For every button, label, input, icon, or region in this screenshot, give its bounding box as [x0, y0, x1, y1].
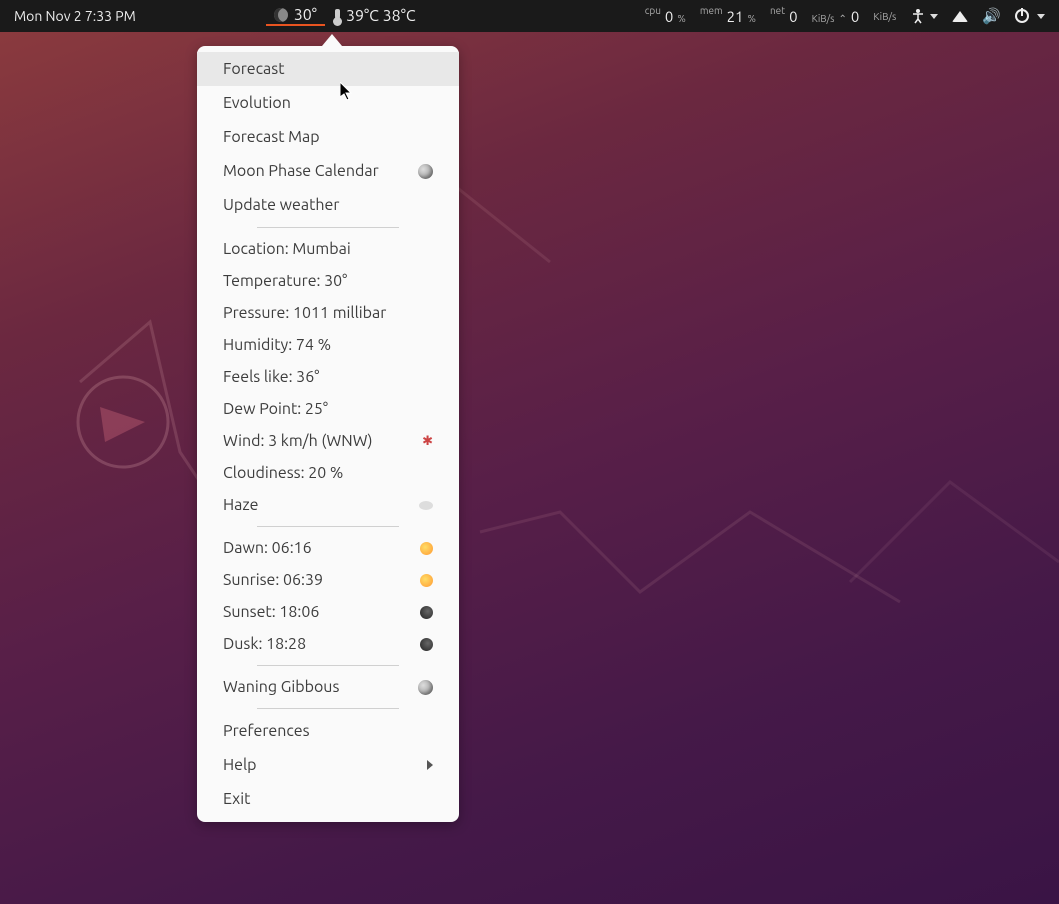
info-temperature-text: Temperature: 30°: [223, 272, 347, 290]
menu-exit[interactable]: Exit: [197, 782, 459, 816]
info-cloudiness: Cloudiness: 20 %: [197, 457, 459, 489]
mem-value: 21: [727, 8, 744, 25]
mem-label: mem: [700, 5, 723, 16]
kib-down-label: KiB/s: [873, 11, 896, 22]
kib-up-label: KiB/s: [812, 13, 835, 24]
net-up-indicator[interactable]: KiB/s ⌃ 0: [812, 8, 860, 25]
info-dawn-text: Dawn: 06:16: [223, 539, 312, 557]
datetime-label[interactable]: Mon Nov 2 7:33 PM: [14, 8, 136, 24]
menu-exit-label: Exit: [223, 790, 250, 808]
top-panel: Mon Nov 2 7:33 PM 30° 39°C 38°C cpu 0 % …: [0, 0, 1059, 32]
up-arrow-icon: ⌃: [839, 13, 847, 25]
thermometer-icon: [335, 9, 340, 23]
weather-night-icon: [274, 8, 288, 22]
info-haze: Haze: [197, 489, 459, 521]
menu-moon-phase[interactable]: Moon Phase Calendar: [197, 154, 459, 188]
info-dew-point: Dew Point: 25°: [197, 393, 459, 425]
menu-separator: [257, 526, 399, 527]
wifi-icon[interactable]: [952, 11, 968, 22]
info-dusk-text: Dusk: 18:28: [223, 635, 306, 653]
power-icon: [1015, 9, 1029, 23]
info-humidity: Humidity: 74 %: [197, 329, 459, 361]
chevron-down-icon: [1037, 14, 1045, 19]
info-dusk: Dusk: 18:28: [197, 628, 459, 660]
info-sunrise-text: Sunrise: 06:39: [223, 571, 323, 589]
menu-forecast-map-label: Forecast Map: [223, 128, 320, 146]
menu-forecast-map[interactable]: Forecast Map: [197, 120, 459, 154]
menu-separator: [257, 227, 399, 228]
sun-icon: [420, 574, 433, 587]
info-wind-text: Wind: 3 km/h (WNW): [223, 432, 373, 450]
submenu-arrow-icon: [427, 760, 433, 770]
desktop-wallpaper: [0, 32, 1059, 904]
moon-icon: [418, 164, 433, 179]
info-feels-like-text: Feels like: 36°: [223, 368, 319, 386]
menu-update-weather[interactable]: Update weather: [197, 188, 459, 222]
info-temperature: Temperature: 30°: [197, 265, 459, 297]
info-location-text: Location: Mumbai: [223, 240, 351, 258]
menu-evolution-label: Evolution: [223, 94, 291, 112]
mem-indicator[interactable]: mem 21 %: [700, 8, 756, 25]
info-feels-like: Feels like: 36°: [197, 361, 459, 393]
compass-icon: ✱: [422, 434, 433, 449]
menu-evolution[interactable]: Evolution: [197, 86, 459, 120]
net-up-value: 0: [851, 8, 859, 25]
haze-icon: [419, 501, 433, 510]
menu-preferences-label: Preferences: [223, 722, 310, 740]
menu-preferences[interactable]: Preferences: [197, 714, 459, 748]
sun-icon: [420, 542, 433, 555]
mem-unit: %: [748, 13, 756, 24]
info-cloudiness-text: Cloudiness: 20 %: [223, 464, 343, 482]
volume-icon[interactable]: 🔊: [982, 7, 1001, 25]
popup-pointer: [322, 34, 342, 46]
accessibility-menu[interactable]: [910, 8, 938, 24]
menu-moon-phase-label: Moon Phase Calendar: [223, 162, 379, 180]
info-wind: Wind: 3 km/h (WNW) ✱: [197, 425, 459, 457]
weather-popup-menu: Forecast Evolution Forecast Map Moon Pha…: [197, 46, 459, 822]
info-dawn: Dawn: 06:16: [197, 532, 459, 564]
info-sunset: Sunset: 18:06: [197, 596, 459, 628]
menu-help[interactable]: Help: [197, 748, 459, 782]
info-pressure: Pressure: 1011 millibar: [197, 297, 459, 329]
info-haze-text: Haze: [223, 496, 258, 514]
menu-help-label: Help: [223, 756, 257, 774]
temperature-indicator[interactable]: 39°C 38°C: [335, 7, 416, 25]
net-indicator[interactable]: net 0: [770, 8, 798, 25]
temp-range: 39°C 38°C: [346, 7, 416, 25]
accessibility-icon: [910, 8, 926, 24]
info-moon-phase: Waning Gibbous: [197, 671, 459, 703]
cpu-unit: %: [677, 13, 685, 24]
weather-temp: 30°: [294, 6, 317, 24]
info-pressure-text: Pressure: 1011 millibar: [223, 304, 386, 322]
info-moon-text: Waning Gibbous: [223, 678, 339, 696]
info-sunrise: Sunrise: 06:39: [197, 564, 459, 596]
net-down-indicator[interactable]: KiB/s: [873, 11, 896, 22]
chevron-down-icon: [930, 14, 938, 19]
info-dew-point-text: Dew Point: 25°: [223, 400, 328, 418]
sunset-icon: [420, 606, 433, 619]
menu-update-label: Update weather: [223, 196, 339, 214]
menu-separator: [257, 708, 399, 709]
system-menu[interactable]: [1015, 9, 1045, 23]
info-humidity-text: Humidity: 74 %: [223, 336, 331, 354]
net-label: net: [770, 5, 785, 16]
menu-forecast[interactable]: Forecast: [197, 52, 459, 86]
menu-separator: [257, 665, 399, 666]
weather-indicator[interactable]: 30°: [266, 6, 325, 26]
info-sunset-text: Sunset: 18:06: [223, 603, 319, 621]
moon-icon: [418, 680, 433, 695]
info-location: Location: Mumbai: [197, 233, 459, 265]
dusk-icon: [420, 638, 433, 651]
net-value: 0: [789, 8, 797, 25]
cpu-indicator[interactable]: cpu 0 %: [645, 8, 686, 25]
cpu-value: 0: [665, 8, 673, 25]
cpu-label: cpu: [645, 5, 661, 16]
menu-forecast-label: Forecast: [223, 60, 285, 78]
